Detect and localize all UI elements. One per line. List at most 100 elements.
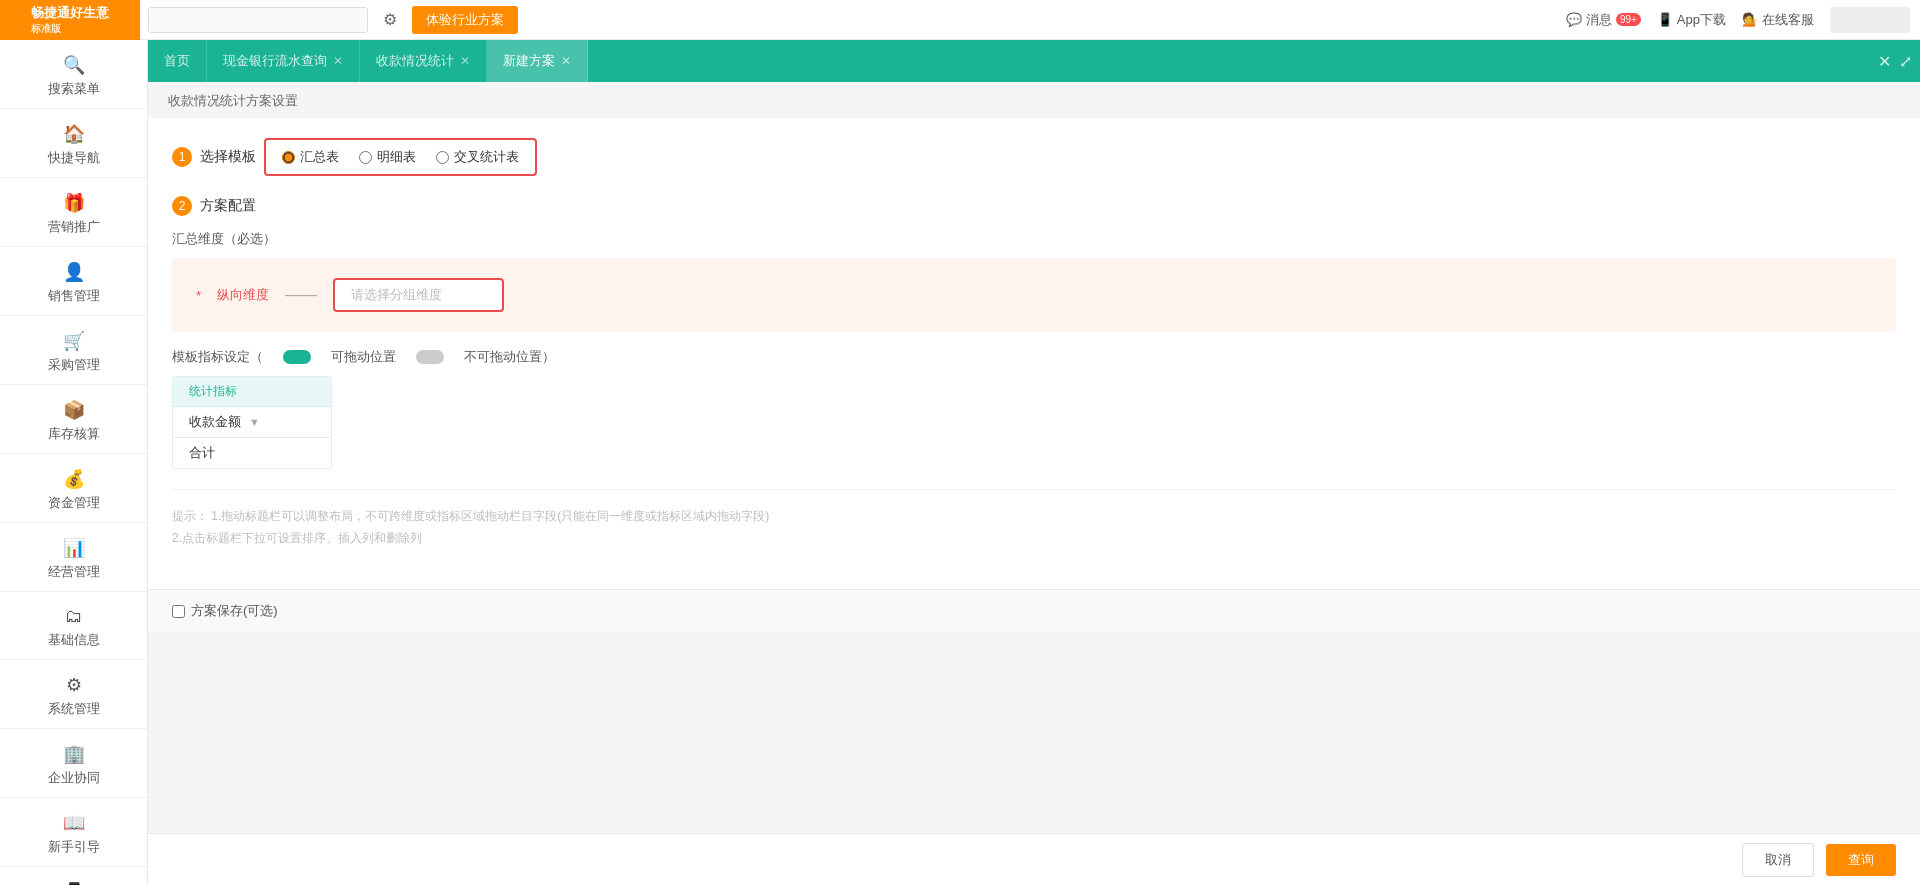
step2-number: 2 bbox=[172, 196, 192, 216]
dimension-select-placeholder: 请选择分组维度 bbox=[351, 287, 442, 302]
basic-info-icon: 🗂 bbox=[65, 606, 83, 627]
tab-close-all-icon[interactable]: ✕ bbox=[1878, 52, 1891, 71]
sidebar-label-quick-nav: 快捷导航 bbox=[48, 149, 100, 167]
finance-icon: 💰 bbox=[63, 468, 85, 490]
radio-detail-label: 明细表 bbox=[377, 148, 416, 166]
radio-summary-input[interactable] bbox=[282, 151, 295, 164]
marketing-icon: 🎁 bbox=[63, 192, 85, 214]
main-layout: 🔍 搜索菜单 🏠 快捷导航 🎁 营销推广 👤 销售管理 🛒 采购管理 📦 库存核… bbox=[0, 40, 1920, 885]
save-option-label: 方案保存(可选) bbox=[191, 602, 278, 620]
sidebar-item-marketing[interactable]: 🎁 营销推广 bbox=[0, 178, 147, 247]
sidebar-item-finance[interactable]: 💰 资金管理 bbox=[0, 454, 147, 523]
sidebar-item-system[interactable]: ⚙ 系统管理 bbox=[0, 660, 147, 729]
operations-icon: 📊 bbox=[63, 537, 85, 559]
sidebar-item-operations[interactable]: 📊 经营管理 bbox=[0, 523, 147, 592]
tab-collection-stat-label: 收款情况统计 bbox=[376, 52, 454, 70]
tab-new-scheme-close[interactable]: ✕ bbox=[561, 54, 571, 68]
tab-home[interactable]: 首页 bbox=[148, 40, 207, 82]
tab-bank-flow-close[interactable]: ✕ bbox=[333, 54, 343, 68]
online-service-item[interactable]: 💁 在线客服 bbox=[1742, 11, 1814, 29]
sidebar-item-newbie[interactable]: 📖 新手引导 bbox=[0, 798, 147, 867]
tips-section: 提示： 1.拖动标题栏可以调整布局，不可跨维度或指标区域拖动栏目字段(只能在同一… bbox=[172, 489, 1896, 549]
sidebar-item-enterprise[interactable]: 🏢 企业协同 bbox=[0, 729, 147, 798]
metrics-total-label: 合计 bbox=[189, 445, 215, 460]
tab-bank-flow[interactable]: 现金银行流水查询 ✕ bbox=[207, 40, 360, 82]
radio-summary[interactable]: 汇总表 bbox=[282, 148, 339, 166]
sidebar-label-inventory: 库存核算 bbox=[48, 425, 100, 443]
app-download-label: App下载 bbox=[1677, 11, 1726, 29]
sidebar-item-quick-nav[interactable]: 🏠 快捷导航 bbox=[0, 109, 147, 178]
radio-detail-input[interactable] bbox=[359, 151, 372, 164]
content-area: 首页 现金银行流水查询 ✕ 收款情况统计 ✕ 新建方案 ✕ ✕ ⤢ 收款情况统计… bbox=[148, 40, 1920, 885]
save-option: 方案保存(可选) bbox=[148, 589, 1920, 632]
sidebar-label-marketing: 营销推广 bbox=[48, 218, 100, 236]
tab-collection-stat[interactable]: 收款情况统计 ✕ bbox=[360, 40, 487, 82]
page-content: 收款情况统计方案设置 1 选择模板 汇总表 bbox=[148, 82, 1920, 833]
query-button[interactable]: 查询 bbox=[1826, 844, 1896, 876]
dimension-config: 汇总维度（必选） * 纵向维度 —— 请选择分组维度 bbox=[172, 230, 1896, 332]
tab-bar-actions: ✕ ⤢ bbox=[1870, 40, 1920, 82]
search-input[interactable] bbox=[148, 7, 368, 33]
draggable-label: 可拖动位置 bbox=[331, 348, 396, 366]
metrics-row1-dropdown-icon[interactable]: ▼ bbox=[249, 416, 260, 428]
tab-fullscreen-icon[interactable]: ⤢ bbox=[1899, 52, 1912, 71]
sidebar-label-newbie: 新手引导 bbox=[48, 838, 100, 856]
tab-bank-flow-label: 现金银行流水查询 bbox=[223, 52, 327, 70]
undraggable-indicator bbox=[416, 350, 444, 364]
search-menu-icon: 🔍 bbox=[63, 54, 85, 76]
download-icon: 📱 bbox=[1657, 12, 1673, 27]
vertical-dimension-label: 纵向维度 bbox=[217, 286, 269, 304]
message-icon: 💬 bbox=[1566, 12, 1582, 27]
user-avatar bbox=[1830, 7, 1910, 33]
sidebar-label-search-menu: 搜索菜单 bbox=[48, 80, 100, 98]
tab-collection-stat-close[interactable]: ✕ bbox=[460, 54, 470, 68]
smart-hw-icon: 📱 bbox=[63, 881, 85, 885]
tip-1: 提示： 1.拖动标题栏可以调整布局，不可跨维度或指标区域拖动栏目字段(只能在同一… bbox=[172, 506, 1896, 528]
step1-section: 1 选择模板 汇总表 明细表 bbox=[172, 138, 1896, 176]
dimension-section-label: 汇总维度（必选） bbox=[172, 230, 1896, 248]
message-icon-item[interactable]: 💬 消息 99+ bbox=[1566, 11, 1641, 29]
app-download-item[interactable]: 📱 App下载 bbox=[1657, 11, 1726, 29]
breadcrumb: 收款情况统计方案设置 bbox=[148, 82, 1920, 118]
sidebar-item-purchase[interactable]: 🛒 采购管理 bbox=[0, 316, 147, 385]
radio-crosstab[interactable]: 交叉统计表 bbox=[436, 148, 519, 166]
logo-sub: 标准版 bbox=[31, 22, 109, 36]
radio-crosstab-input[interactable] bbox=[436, 151, 449, 164]
metrics-section-label-prefix: 模板指标设定（ bbox=[172, 348, 263, 366]
tab-new-scheme[interactable]: 新建方案 ✕ bbox=[487, 40, 588, 82]
sidebar-item-sales[interactable]: 👤 销售管理 bbox=[0, 247, 147, 316]
sidebar-item-inventory[interactable]: 📦 库存核算 bbox=[0, 385, 147, 454]
sidebar-label-sales: 销售管理 bbox=[48, 287, 100, 305]
footer-bar: 取消 查询 bbox=[148, 833, 1920, 885]
metrics-row-1[interactable]: 收款金额 ▼ bbox=[173, 407, 331, 437]
sidebar-label-finance: 资金管理 bbox=[48, 494, 100, 512]
message-label: 消息 bbox=[1586, 11, 1612, 29]
gear-icon[interactable]: ⚙ bbox=[376, 6, 404, 34]
radio-detail[interactable]: 明细表 bbox=[359, 148, 416, 166]
draggable-indicator bbox=[283, 350, 311, 364]
sidebar-item-search-menu[interactable]: 🔍 搜索菜单 bbox=[0, 40, 147, 109]
dimension-select-box[interactable]: 请选择分组维度 bbox=[333, 278, 504, 312]
radio-summary-label: 汇总表 bbox=[300, 148, 339, 166]
dimension-row: * 纵向维度 —— 请选择分组维度 bbox=[196, 278, 1872, 312]
sidebar-label-purchase: 采购管理 bbox=[48, 356, 100, 374]
cancel-button[interactable]: 取消 bbox=[1742, 843, 1814, 877]
message-badge: 99+ bbox=[1616, 13, 1641, 26]
sidebar-item-basic-info[interactable]: 🗂 基础信息 bbox=[0, 592, 147, 660]
sidebar-item-smart-hw[interactable]: 📱 智能硬件 bbox=[0, 867, 147, 885]
inventory-icon: 📦 bbox=[63, 399, 85, 421]
step1-number: 1 bbox=[172, 147, 192, 167]
tab-bar: 首页 现金银行流水查询 ✕ 收款情况统计 ✕ 新建方案 ✕ ✕ ⤢ bbox=[148, 40, 1920, 82]
metrics-header: 统计指标 bbox=[173, 377, 331, 407]
step2-section: 2 方案配置 汇总维度（必选） * 纵向维度 —— 请选择分组 bbox=[172, 196, 1896, 549]
form-card: 1 选择模板 汇总表 明细表 bbox=[148, 118, 1920, 589]
step1-title: 选择模板 bbox=[200, 148, 256, 166]
metrics-row1-label: 收款金额 bbox=[189, 413, 241, 431]
sales-icon: 👤 bbox=[63, 261, 85, 283]
metrics-label-row: 模板指标设定（ 可拖动位置 不可拖动位置） bbox=[172, 348, 1896, 366]
newbie-icon: 📖 bbox=[63, 812, 85, 834]
metrics-table: 统计指标 收款金额 ▼ 合计 bbox=[172, 376, 332, 469]
step2-title: 方案配置 bbox=[200, 197, 256, 215]
trial-button[interactable]: 体验行业方案 bbox=[412, 6, 518, 34]
save-option-checkbox[interactable] bbox=[172, 605, 185, 618]
